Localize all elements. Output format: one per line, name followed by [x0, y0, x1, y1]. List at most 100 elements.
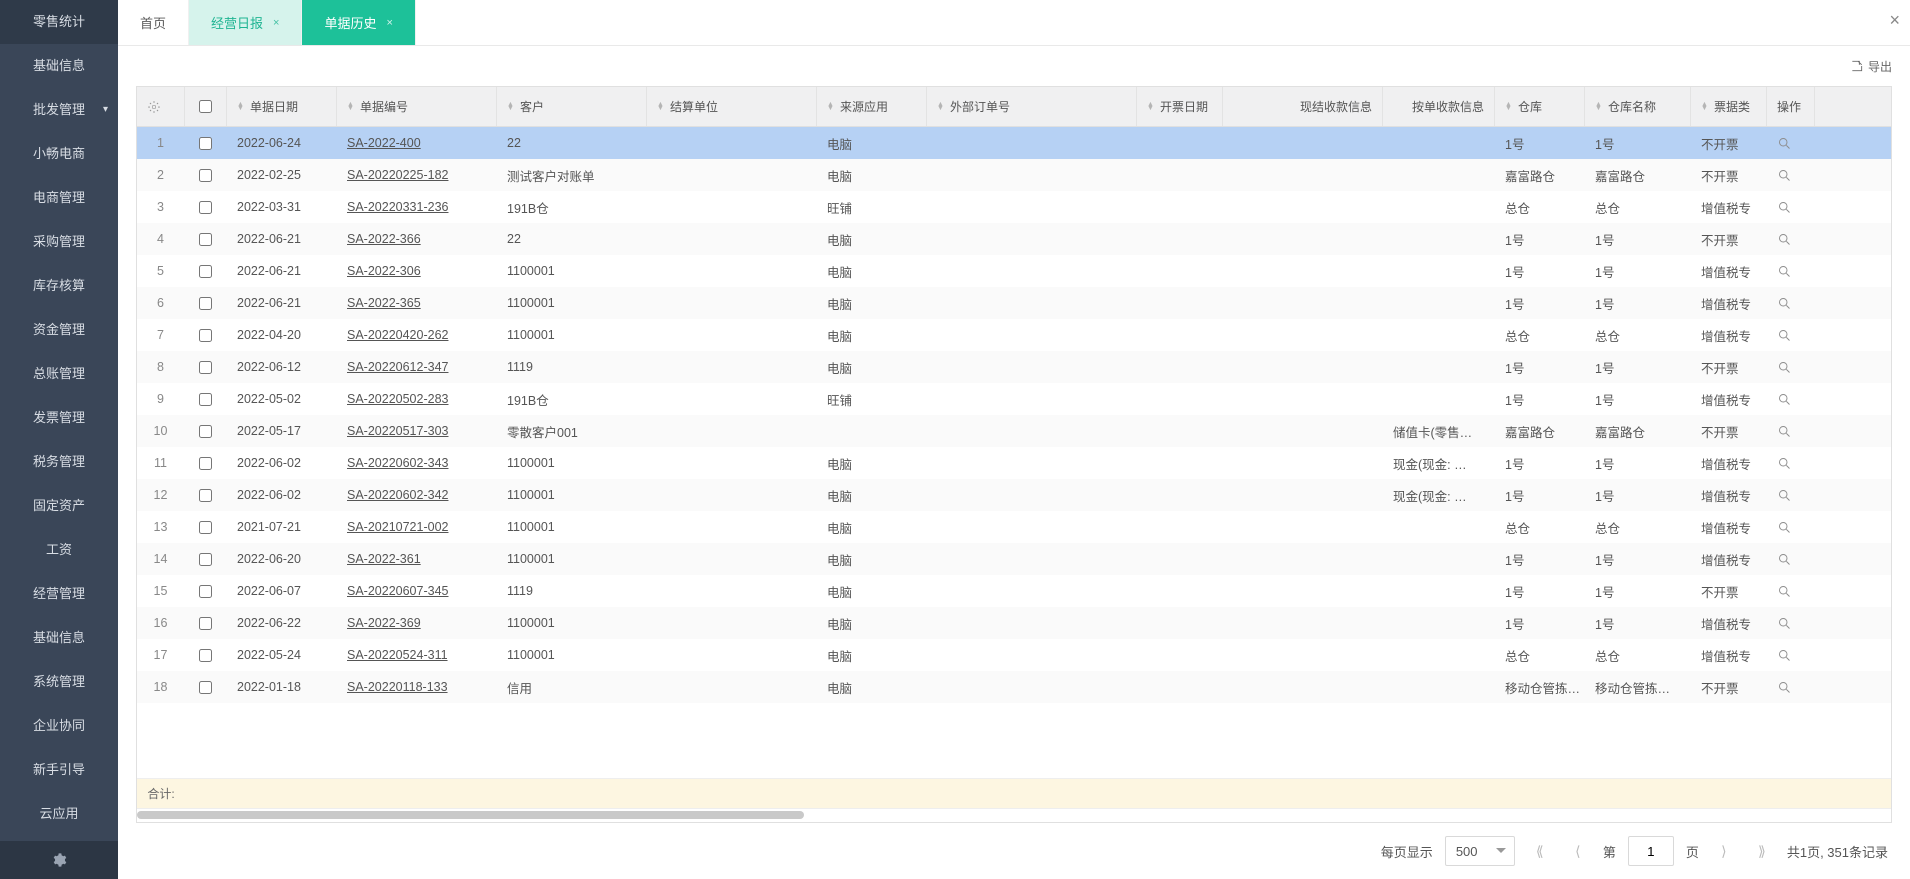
doc-no-link[interactable]: SA-20220524-311 [347, 648, 448, 662]
row-checkbox[interactable] [185, 671, 227, 703]
row-checkbox[interactable] [185, 575, 227, 607]
col-bill-info[interactable]: 按单收款信息 [1383, 87, 1495, 126]
tab-2[interactable]: 单据历史× [302, 0, 415, 45]
row-view-button[interactable] [1767, 159, 1815, 191]
row-checkbox[interactable] [185, 191, 227, 223]
doc-no-link[interactable]: SA-20220517-303 [347, 424, 448, 438]
row-view-button[interactable] [1767, 127, 1815, 159]
close-icon[interactable]: × [273, 17, 279, 29]
col-settle-unit[interactable]: 结算单位 [647, 87, 817, 126]
table-row[interactable]: 162022-06-22SA-2022-3691100001电脑1号1号增值税专 [137, 607, 1891, 639]
sidebar-item-2[interactable]: 批发管理▾ [0, 88, 118, 132]
sidebar-item-3[interactable]: 小畅电商 [0, 132, 118, 176]
sidebar-item-10[interactable]: 税务管理 [0, 440, 118, 484]
sidebar-item-15[interactable]: 系统管理 [0, 660, 118, 704]
col-invoice-kind[interactable]: 票据类 [1691, 87, 1767, 126]
sidebar-item-18[interactable]: 云应用 [0, 792, 118, 836]
select-all-checkbox[interactable] [185, 87, 227, 126]
sidebar-item-5[interactable]: 采购管理 [0, 220, 118, 264]
per-page-select[interactable]: 500 [1445, 836, 1515, 866]
table-row[interactable]: 112022-06-02SA-20220602-3431100001电脑现金(现… [137, 447, 1891, 479]
table-row[interactable]: 122022-06-02SA-20220602-3421100001电脑现金(现… [137, 479, 1891, 511]
doc-no-link[interactable]: SA-2022-400 [347, 136, 421, 150]
row-checkbox[interactable] [185, 607, 227, 639]
table-row[interactable]: 52022-06-21SA-2022-3061100001电脑1号1号增值税专 [137, 255, 1891, 287]
table-row[interactable]: 152022-06-07SA-20220607-3451119电脑1号1号不开票 [137, 575, 1891, 607]
row-checkbox[interactable] [185, 159, 227, 191]
doc-no-link[interactable]: SA-20220502-283 [347, 392, 448, 406]
row-checkbox[interactable] [185, 543, 227, 575]
col-warehouse-name[interactable]: 仓库名称 [1585, 87, 1691, 126]
sidebar-item-4[interactable]: 电商管理 [0, 176, 118, 220]
row-checkbox[interactable] [185, 479, 227, 511]
sidebar-item-13[interactable]: 经营管理 [0, 572, 118, 616]
row-checkbox[interactable] [185, 223, 227, 255]
table-row[interactable]: 12022-06-24SA-2022-40022电脑1号1号不开票 [137, 127, 1891, 159]
sidebar-item-11[interactable]: 固定资产 [0, 484, 118, 528]
row-view-button[interactable] [1767, 575, 1815, 607]
col-external-no[interactable]: 外部订单号 [927, 87, 1137, 126]
row-view-button[interactable] [1767, 639, 1815, 671]
close-icon[interactable]: × [386, 17, 392, 29]
row-checkbox[interactable] [185, 351, 227, 383]
doc-no-link[interactable]: SA-20220602-343 [347, 456, 448, 470]
doc-no-link[interactable]: SA-20220602-342 [347, 488, 448, 502]
row-view-button[interactable] [1767, 415, 1815, 447]
row-view-button[interactable] [1767, 511, 1815, 543]
row-view-button[interactable] [1767, 447, 1815, 479]
row-checkbox[interactable] [185, 447, 227, 479]
row-checkbox[interactable] [185, 639, 227, 671]
table-row[interactable]: 62022-06-21SA-2022-3651100001电脑1号1号增值税专 [137, 287, 1891, 319]
row-view-button[interactable] [1767, 191, 1815, 223]
doc-no-link[interactable]: SA-20220331-236 [347, 200, 448, 214]
first-page-button[interactable]: ⟪ [1527, 836, 1553, 866]
doc-no-link[interactable]: SA-20220225-182 [347, 168, 448, 182]
sidebar-item-7[interactable]: 资金管理 [0, 308, 118, 352]
close-all-tabs-button[interactable]: × [1889, 10, 1900, 31]
doc-no-link[interactable]: SA-20210721-002 [347, 520, 448, 534]
row-view-button[interactable] [1767, 383, 1815, 415]
doc-no-link[interactable]: SA-2022-361 [347, 552, 421, 566]
tab-1[interactable]: 经营日报× [189, 0, 302, 45]
table-row[interactable]: 132021-07-21SA-20210721-0021100001电脑总仓总仓… [137, 511, 1891, 543]
col-cash-info[interactable]: 现结收款信息 [1223, 87, 1383, 126]
table-row[interactable]: 42022-06-21SA-2022-36622电脑1号1号不开票 [137, 223, 1891, 255]
doc-no-link[interactable]: SA-2022-366 [347, 232, 421, 246]
column-config-button[interactable] [137, 87, 185, 126]
prev-page-button[interactable]: ⟨ [1565, 836, 1591, 866]
row-checkbox[interactable] [185, 511, 227, 543]
row-checkbox[interactable] [185, 383, 227, 415]
table-row[interactable]: 22022-02-25SA-20220225-182测试客户对账单电脑嘉富路仓嘉… [137, 159, 1891, 191]
doc-no-link[interactable]: SA-2022-365 [347, 296, 421, 310]
row-checkbox[interactable] [185, 255, 227, 287]
row-view-button[interactable] [1767, 319, 1815, 351]
sidebar-item-12[interactable]: 工资 [0, 528, 118, 572]
next-page-button[interactable]: ⟩ [1711, 836, 1737, 866]
doc-no-link[interactable]: SA-20220420-262 [347, 328, 448, 342]
sidebar-item-1[interactable]: 基础信息 [0, 44, 118, 88]
table-row[interactable]: 82022-06-12SA-20220612-3471119电脑1号1号不开票 [137, 351, 1891, 383]
doc-no-link[interactable]: SA-20220118-133 [347, 680, 448, 694]
row-view-button[interactable] [1767, 671, 1815, 703]
row-checkbox[interactable] [185, 127, 227, 159]
sidebar-item-0[interactable]: 零售统计 [0, 0, 118, 44]
table-row[interactable]: 32022-03-31SA-20220331-236191B仓旺铺总仓总仓增值税… [137, 191, 1891, 223]
sidebar-item-9[interactable]: 发票管理 [0, 396, 118, 440]
export-button[interactable]: 导出 [1850, 58, 1892, 75]
table-row[interactable]: 102022-05-17SA-20220517-303零散客户001储值卡(零售… [137, 415, 1891, 447]
page-input[interactable] [1628, 836, 1674, 866]
row-view-button[interactable] [1767, 607, 1815, 639]
table-row[interactable]: 142022-06-20SA-2022-3611100001电脑1号1号增值税专 [137, 543, 1891, 575]
col-invoice-date[interactable]: 开票日期 [1137, 87, 1223, 126]
table-row[interactable]: 92022-05-02SA-20220502-283191B仓旺铺1号1号增值税… [137, 383, 1891, 415]
doc-no-link[interactable]: SA-20220607-345 [347, 584, 448, 598]
row-view-button[interactable] [1767, 255, 1815, 287]
doc-no-link[interactable]: SA-2022-369 [347, 616, 421, 630]
col-warehouse[interactable]: 仓库 [1495, 87, 1585, 126]
horizontal-scrollbar[interactable] [137, 808, 1891, 822]
sidebar-item-16[interactable]: 企业协同 [0, 704, 118, 748]
sidebar-item-14[interactable]: 基础信息 [0, 616, 118, 660]
row-view-button[interactable] [1767, 543, 1815, 575]
table-row[interactable]: 172022-05-24SA-20220524-3111100001电脑总仓总仓… [137, 639, 1891, 671]
row-view-button[interactable] [1767, 287, 1815, 319]
